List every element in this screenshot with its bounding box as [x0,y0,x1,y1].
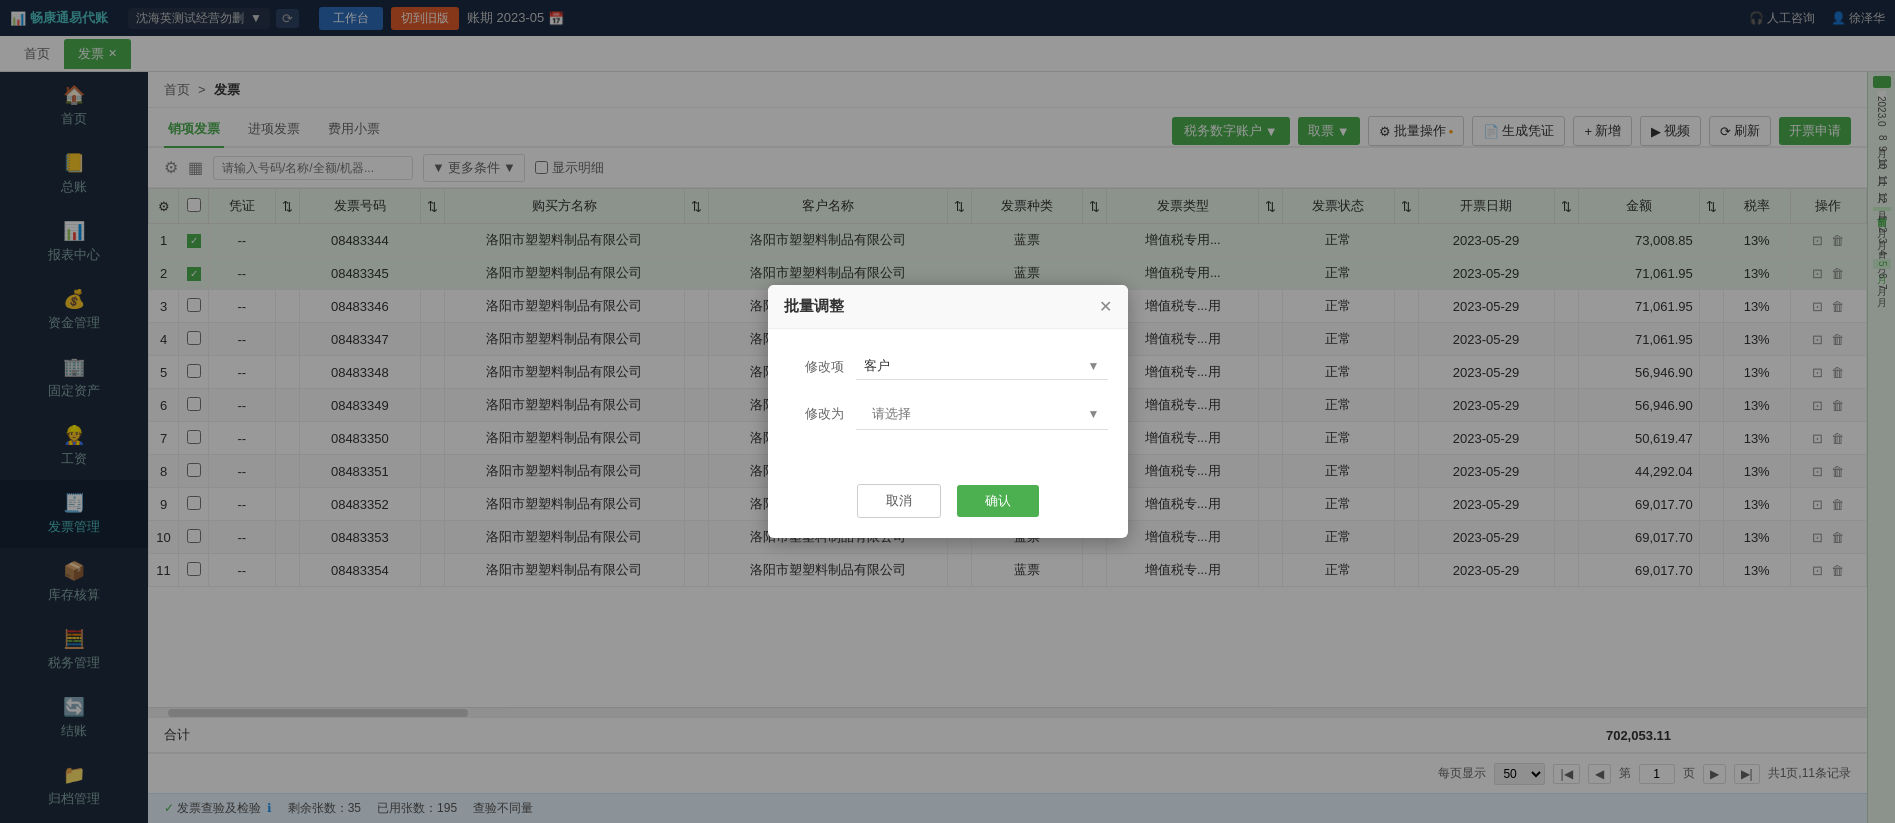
modal-overlay[interactable]: 批量调整 ✕ 修改项 客户 ▼ 修改为 ▼ 取消 确认 [0,0,1895,823]
change-select-wrapper[interactable]: ▼ [856,398,1108,430]
change-label: 修改为 [788,405,844,423]
change-row: 修改为 ▼ [788,398,1108,430]
modal-cancel-btn[interactable]: 取消 [857,484,941,518]
change-arrow-icon: ▼ [1088,407,1100,421]
field-arrow-icon: ▼ [1088,359,1100,373]
field-row: 修改项 客户 ▼ [788,353,1108,380]
modal-confirm-btn[interactable]: 确认 [957,485,1039,517]
field-select-wrapper[interactable]: 客户 ▼ [856,353,1108,380]
field-label: 修改项 [788,358,844,376]
modal-title: 批量调整 [784,297,844,316]
modal-body: 修改项 客户 ▼ 修改为 ▼ [768,329,1128,472]
batch-adjust-modal: 批量调整 ✕ 修改项 客户 ▼ 修改为 ▼ 取消 确认 [768,285,1128,538]
change-input[interactable] [864,402,1088,425]
modal-footer: 取消 确认 [768,472,1128,538]
modal-close-btn[interactable]: ✕ [1099,297,1112,316]
field-value-display: 客户 [864,357,1088,375]
modal-header: 批量调整 ✕ [768,285,1128,329]
